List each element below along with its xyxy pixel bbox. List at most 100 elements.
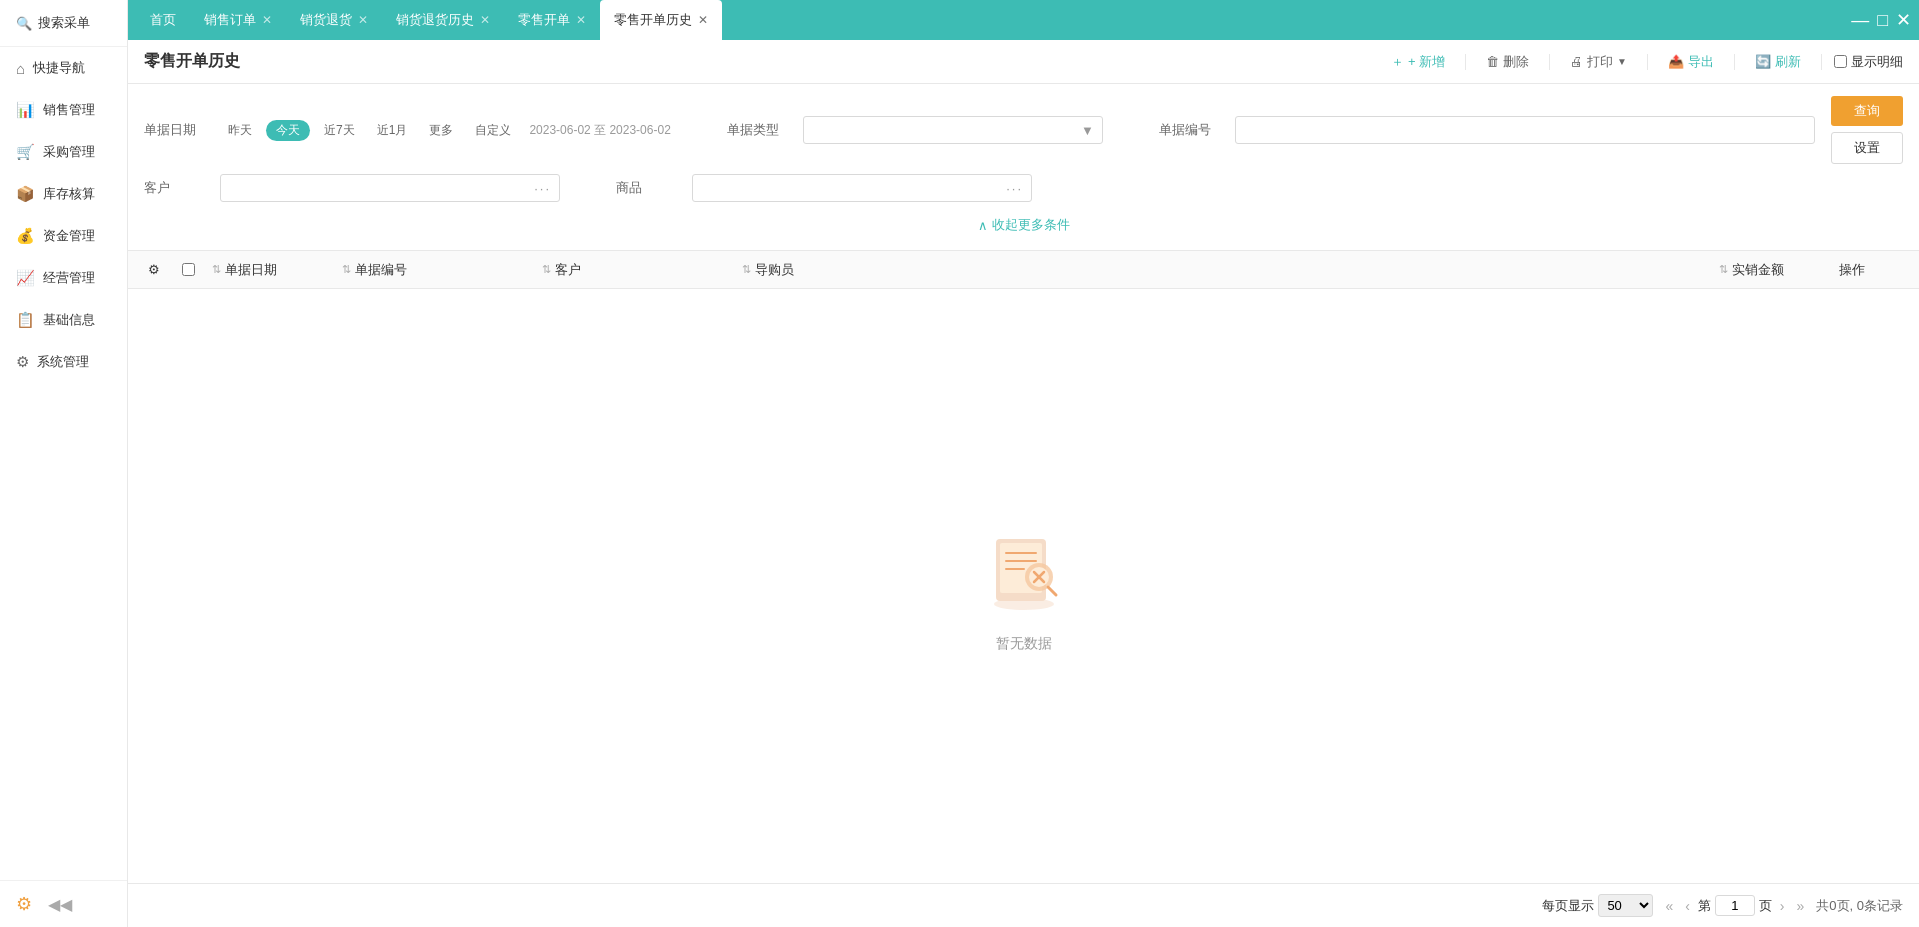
query-button[interactable]: 查询 xyxy=(1831,96,1903,126)
window-minimize[interactable]: — xyxy=(1851,10,1869,31)
sort-num-icon[interactable]: ⇅ xyxy=(342,263,351,276)
delete-button[interactable]: 🗑 删除 xyxy=(1478,49,1537,75)
tab-retail-open-close[interactable]: ✕ xyxy=(576,13,586,27)
tab-sales-return[interactable]: 销货退货 ✕ xyxy=(286,0,382,40)
date-filter-group: 昨天 今天 近7天 近1月 更多 自定义 2023-06-02 至 2023-0… xyxy=(220,120,671,141)
today-btn[interactable]: 今天 xyxy=(266,120,310,141)
bill-num-input[interactable] xyxy=(1235,116,1815,144)
customer-label: 客户 xyxy=(144,179,204,197)
tab-retail-history-close[interactable]: ✕ xyxy=(698,13,708,27)
display-detail-checkbox[interactable]: 显示明细 xyxy=(1834,53,1903,71)
svg-line-10 xyxy=(1048,587,1056,595)
th-checkbox[interactable] xyxy=(172,263,204,276)
sidebar-item-quick-nav[interactable]: ⌂ 快捷导航 xyxy=(0,47,127,89)
filter-area: 单据日期 昨天 今天 近7天 近1月 更多 自定义 2023-06-02 至 2… xyxy=(128,84,1919,251)
print-button[interactable]: 🖨 打印 ▼ xyxy=(1562,49,1635,75)
sidebar-item-purchase-mgmt[interactable]: 🛒 采购管理 xyxy=(0,131,127,173)
goods-dots-icon: ··· xyxy=(1006,181,1023,196)
delete-label: 删除 xyxy=(1503,53,1529,71)
tab-sales-return-history-close[interactable]: ✕ xyxy=(480,13,490,27)
page-unit-label: 页 xyxy=(1759,897,1772,915)
tab-sales-return-close[interactable]: ✕ xyxy=(358,13,368,27)
collapse-sidebar-icon[interactable]: ◀◀ xyxy=(48,895,72,914)
basic-info-icon: 📋 xyxy=(16,311,35,329)
collapse-filter-btn[interactable]: ∧ 收起更多条件 xyxy=(144,212,1903,238)
th-salesman-label: 导购员 xyxy=(755,261,794,279)
sidebar-item-operation[interactable]: 📈 经营管理 xyxy=(0,257,127,299)
bill-type-select[interactable]: ▼ xyxy=(803,116,1103,144)
first-page-btn[interactable]: « xyxy=(1661,896,1677,916)
search-menu-item[interactable]: 🔍 搜索采单 xyxy=(0,0,127,47)
tab-sales-return-history[interactable]: 销货退货历史 ✕ xyxy=(382,0,504,40)
settings-bottom-icon[interactable]: ⚙ xyxy=(16,893,32,915)
refresh-button[interactable]: 🔄 刷新 xyxy=(1747,49,1809,75)
th-customer-label: 客户 xyxy=(555,261,581,279)
tab-sales-order[interactable]: 销售订单 ✕ xyxy=(190,0,286,40)
page-size-group: 每页显示 50 20 100 xyxy=(1542,894,1653,917)
sidebar-item-sys-mgmt[interactable]: ⚙ 系统管理 xyxy=(0,341,127,383)
sidebar-item-label: 采购管理 xyxy=(43,143,95,161)
separator-2 xyxy=(1549,54,1550,70)
window-maximize[interactable]: □ xyxy=(1877,10,1888,31)
month1-btn[interactable]: 近1月 xyxy=(369,120,416,141)
operation-icon: 📈 xyxy=(16,269,35,287)
collapse-label: 收起更多条件 xyxy=(992,216,1070,234)
th-date: ⇅ 单据日期 xyxy=(204,261,334,279)
sidebar-item-basic-info[interactable]: 📋 基础信息 xyxy=(0,299,127,341)
home-icon: ⌂ xyxy=(16,60,25,77)
th-action: 操作 xyxy=(1831,261,1911,279)
window-controls: — □ ✕ xyxy=(1851,9,1911,31)
tab-sales-order-close[interactable]: ✕ xyxy=(262,13,272,27)
settings-button[interactable]: 设置 xyxy=(1831,132,1903,164)
last-page-btn[interactable]: » xyxy=(1793,896,1809,916)
tabs-container: 首页 销售订单 ✕ 销货退货 ✕ 销货退货历史 ✕ 零售开单 ✕ 零售开单历史 … xyxy=(136,0,722,40)
page-size-select[interactable]: 50 20 100 xyxy=(1598,894,1653,917)
bill-type-arrow-icon: ▼ xyxy=(1081,123,1094,138)
sidebar-item-sales-mgmt[interactable]: 📊 销售管理 xyxy=(0,89,127,131)
window-close[interactable]: ✕ xyxy=(1896,9,1911,31)
select-all-checkbox[interactable] xyxy=(182,263,195,276)
display-detail-input[interactable] xyxy=(1834,55,1847,68)
filter-action-buttons: 查询 设置 xyxy=(1831,96,1903,164)
tab-retail-open[interactable]: 零售开单 ✕ xyxy=(504,0,600,40)
separator-4 xyxy=(1734,54,1735,70)
customer-select[interactable]: ··· xyxy=(220,174,560,202)
empty-text: 暂无数据 xyxy=(996,635,1052,653)
yesterday-btn[interactable]: 昨天 xyxy=(220,120,260,141)
bill-num-label: 单据编号 xyxy=(1159,121,1219,139)
week7-btn[interactable]: 近7天 xyxy=(316,120,363,141)
prev-page-btn[interactable]: ‹ xyxy=(1681,896,1694,916)
sidebar-item-inventory[interactable]: 📦 库存核算 xyxy=(0,173,127,215)
tab-retail-history[interactable]: 零售开单历史 ✕ xyxy=(600,0,722,40)
th-settings[interactable]: ⚙ xyxy=(136,262,172,277)
th-action-label: 操作 xyxy=(1839,261,1865,279)
empty-illustration xyxy=(974,519,1074,619)
custom-btn[interactable]: 自定义 xyxy=(467,120,519,141)
sidebar-item-label: 快捷导航 xyxy=(33,59,85,77)
inventory-icon: 📦 xyxy=(16,185,35,203)
th-num-label: 单据编号 xyxy=(355,261,407,279)
sort-salesman-icon[interactable]: ⇅ xyxy=(742,263,751,276)
export-label: 导出 xyxy=(1688,53,1714,71)
tab-home[interactable]: 首页 xyxy=(136,0,190,40)
sales-icon: 📊 xyxy=(16,101,35,119)
col-settings-icon: ⚙ xyxy=(148,262,160,277)
add-button[interactable]: ＋ + 新增 xyxy=(1383,49,1453,75)
export-button[interactable]: 📤 导出 xyxy=(1660,49,1722,75)
page-number-input[interactable] xyxy=(1715,895,1755,916)
goods-select[interactable]: ··· xyxy=(692,174,1032,202)
more-btn[interactable]: 更多 xyxy=(421,120,461,141)
tab-bar: 首页 销售订单 ✕ 销货退货 ✕ 销货退货历史 ✕ 零售开单 ✕ 零售开单历史 … xyxy=(128,0,1919,40)
th-num: ⇅ 单据编号 xyxy=(334,261,534,279)
sidebar: 🔍 搜索采单 ⌂ 快捷导航 📊 销售管理 🛒 采购管理 📦 库存核算 💰 资金管… xyxy=(0,0,128,927)
sidebar-item-finance[interactable]: 💰 资金管理 xyxy=(0,215,127,257)
sort-amount-icon[interactable]: ⇅ xyxy=(1719,263,1728,276)
search-label: 搜索采单 xyxy=(38,14,90,32)
tab-sales-return-history-label: 销货退货历史 xyxy=(396,11,474,29)
table-header: ⚙ ⇅ 单据日期 ⇅ 单据编号 ⇅ 客户 ⇅ 导购员 ⇅ xyxy=(128,251,1919,289)
tab-sales-order-label: 销售订单 xyxy=(204,11,256,29)
next-page-btn[interactable]: › xyxy=(1776,896,1789,916)
refresh-icon: 🔄 xyxy=(1755,54,1771,69)
sort-customer-icon[interactable]: ⇅ xyxy=(542,263,551,276)
sort-date-icon[interactable]: ⇅ xyxy=(212,263,221,276)
